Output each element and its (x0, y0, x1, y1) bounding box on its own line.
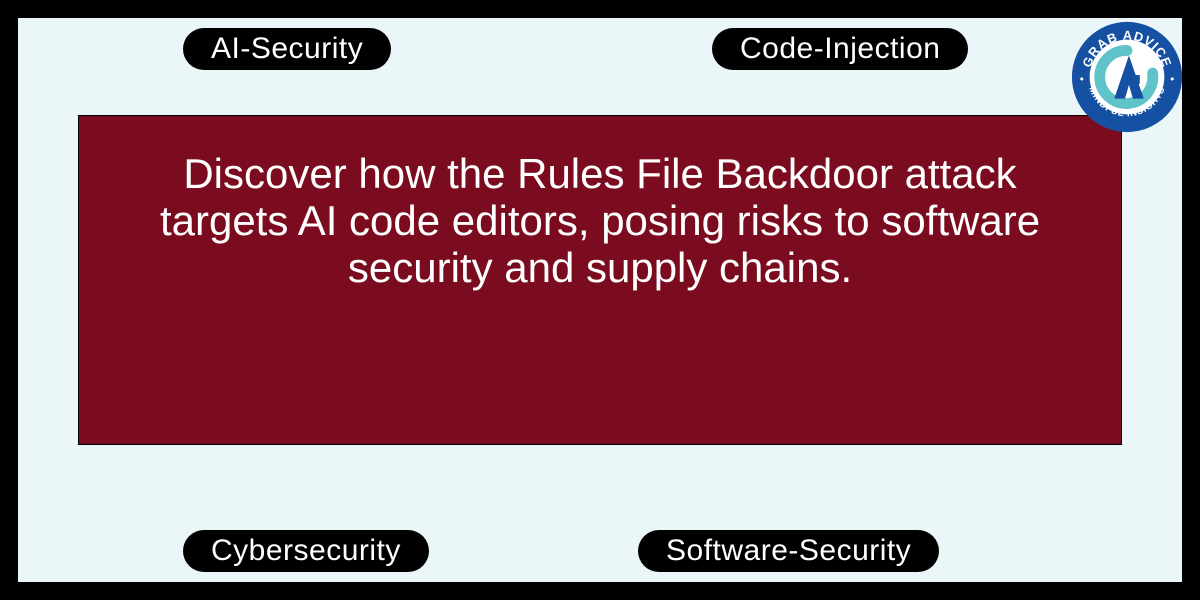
brand-badge: GRAB ADVICE MINDFUL INSIGHTS (1068, 18, 1186, 136)
tag-ai-security[interactable]: AI-Security (183, 28, 391, 70)
hero-text: Discover how the Rules File Backdoor att… (120, 150, 1080, 291)
hero-panel: Discover how the Rules File Backdoor att… (78, 115, 1122, 445)
tag-cybersecurity[interactable]: Cybersecurity (183, 530, 429, 572)
tag-software-security[interactable]: Software-Security (638, 530, 939, 572)
card-frame: AI-Security Code-Injection Cybersecurity… (18, 18, 1182, 582)
tag-code-injection[interactable]: Code-Injection (712, 28, 968, 70)
